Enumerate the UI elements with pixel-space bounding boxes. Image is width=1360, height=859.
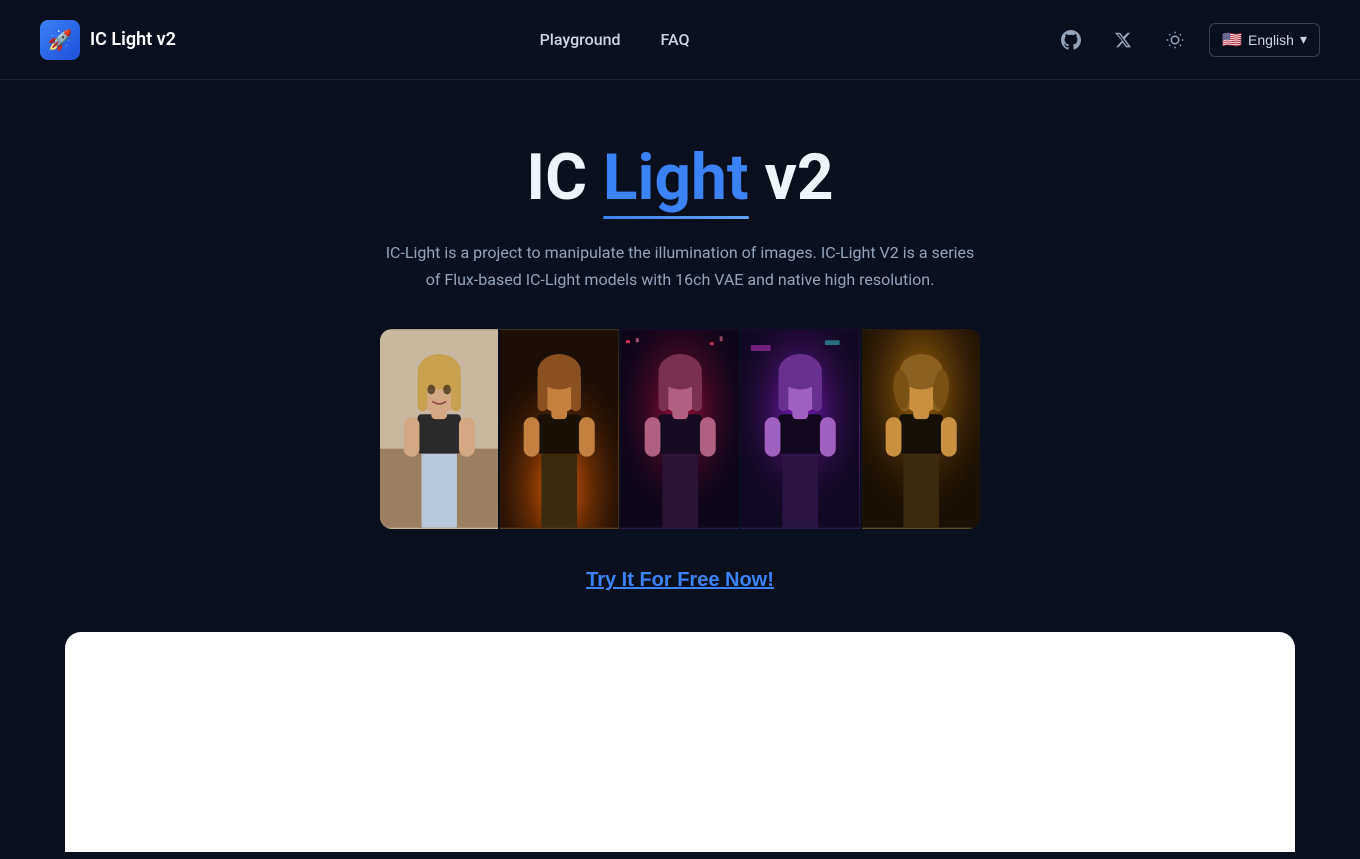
hero-title: IC Light v2 (526, 140, 833, 215)
title-prefix: IC (526, 140, 603, 215)
demo-image-4 (741, 329, 859, 529)
demo-image-2 (500, 329, 618, 529)
github-icon[interactable] (1053, 22, 1089, 58)
nav-playground[interactable]: Playground (540, 30, 621, 49)
demo-image-5 (862, 329, 980, 529)
header-actions: 🇺🇸 English ▾ (1053, 22, 1320, 58)
language-selector[interactable]: 🇺🇸 English ▾ (1209, 23, 1320, 57)
language-flag: 🇺🇸 (1222, 30, 1242, 50)
main-nav: Playground FAQ (540, 30, 690, 49)
twitter-icon[interactable] (1105, 22, 1141, 58)
theme-toggle-icon[interactable] (1157, 22, 1193, 58)
header: 🚀 IC Light v2 Playground FAQ (0, 0, 1360, 80)
logo-icon: 🚀 (40, 20, 80, 60)
title-highlight: Light (603, 140, 749, 215)
nav-faq[interactable]: FAQ (661, 30, 690, 49)
playground-container (65, 632, 1295, 852)
demo-image-3 (621, 329, 739, 529)
logo[interactable]: 🚀 IC Light v2 (40, 20, 176, 60)
logo-text: IC Light v2 (90, 29, 176, 50)
hero-description: IC-Light is a project to manipulate the … (380, 239, 980, 293)
main-content: IC Light v2 IC-Light is a project to man… (0, 80, 1360, 852)
demo-image-1 (380, 329, 498, 529)
demo-image-strip (380, 329, 980, 529)
title-suffix: v2 (749, 140, 834, 215)
chevron-down-icon: ▾ (1300, 31, 1307, 48)
cta-button[interactable]: Try It For Free Now! (586, 569, 774, 592)
language-label: English (1248, 32, 1294, 48)
